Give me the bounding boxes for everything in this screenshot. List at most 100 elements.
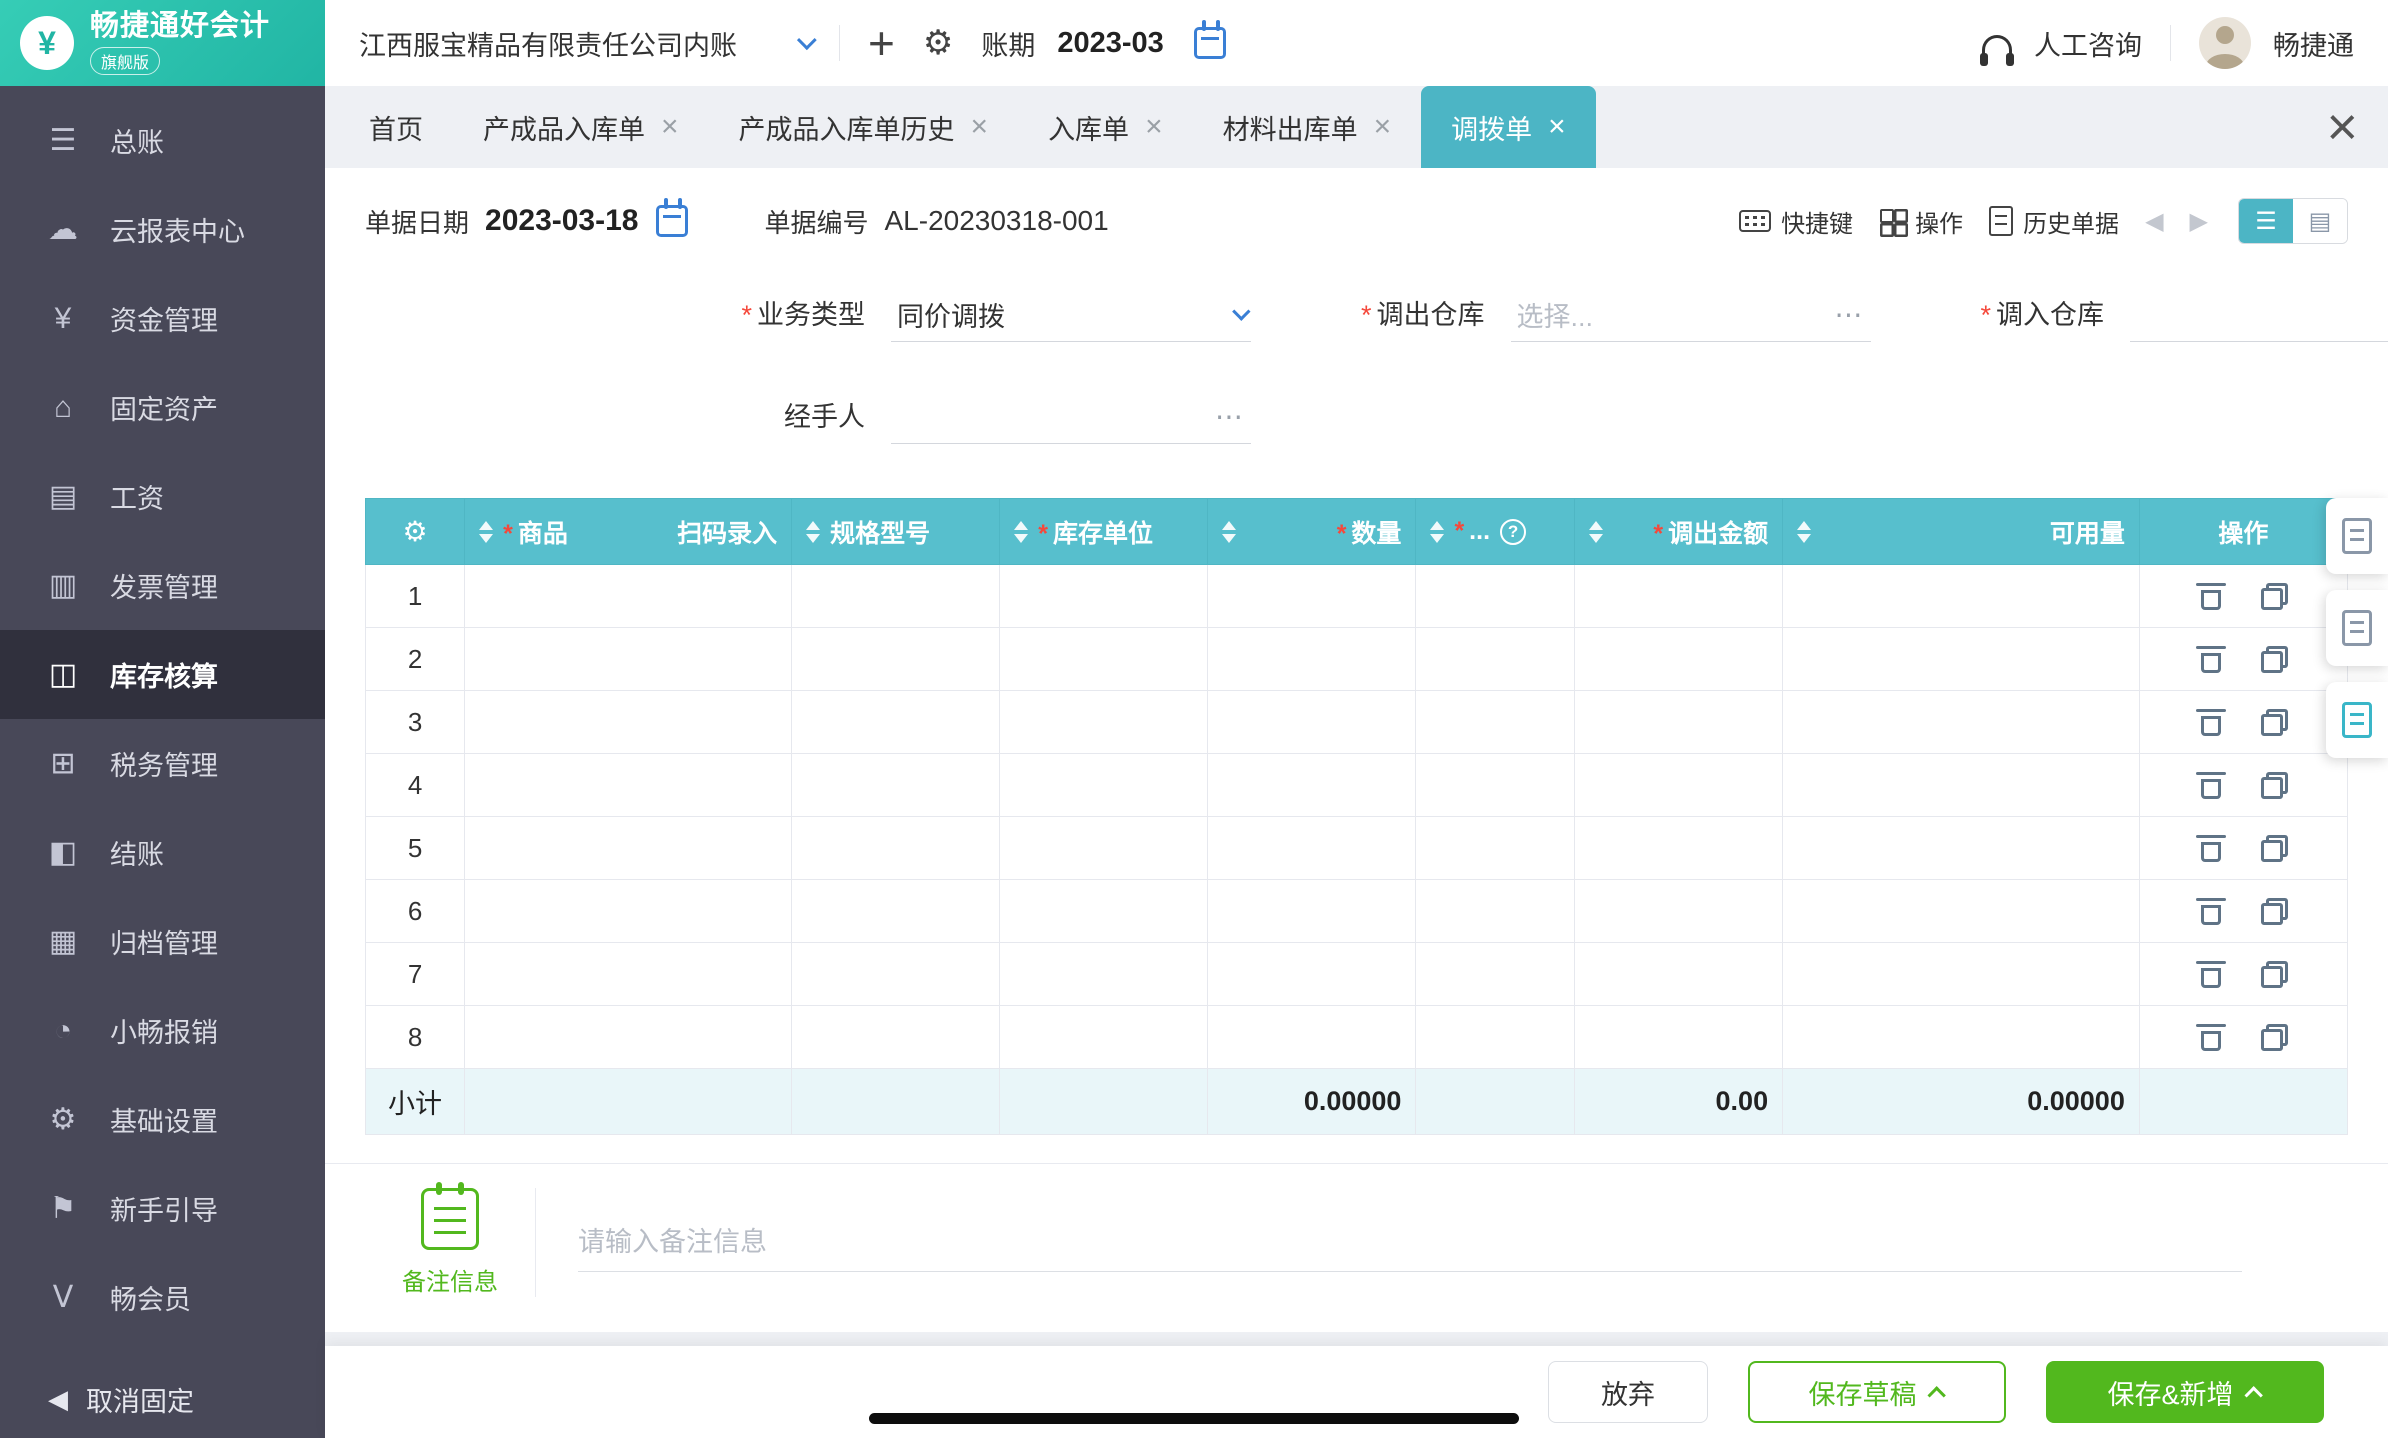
qty-cell[interactable] xyxy=(1207,690,1417,754)
more-cell[interactable] xyxy=(1415,816,1575,880)
product-cell[interactable] xyxy=(464,816,793,880)
spec-cell[interactable] xyxy=(791,1005,1001,1069)
qty-cell[interactable] xyxy=(1207,627,1417,691)
close-icon[interactable]: × xyxy=(1145,112,1163,142)
spec-cell[interactable] xyxy=(791,564,1001,628)
copy-row-icon[interactable] xyxy=(2260,708,2288,736)
more-cell[interactable] xyxy=(1415,1005,1575,1069)
copy-row-icon[interactable] xyxy=(2260,834,2288,862)
more-cell[interactable] xyxy=(1415,690,1575,754)
product-cell[interactable] xyxy=(464,879,793,943)
product-column-header[interactable]: 商品 扫码录入 xyxy=(464,498,793,565)
sort-icon[interactable] xyxy=(806,520,821,543)
close-icon[interactable]: × xyxy=(1548,112,1566,142)
delete-row-icon[interactable] xyxy=(2195,771,2226,799)
spec-column-header[interactable]: 规格型号 xyxy=(791,498,1001,565)
amount-cell[interactable] xyxy=(1573,627,1784,691)
save-draft-button[interactable]: 保存草稿 xyxy=(1748,1361,2006,1423)
amount-cell[interactable] xyxy=(1573,816,1784,880)
tab-finished-goods-inbound-history[interactable]: 产成品入库单历史 × xyxy=(709,86,1019,168)
tab-material-outbound[interactable]: 材料出库单 × xyxy=(1193,86,1422,168)
qty-cell[interactable] xyxy=(1207,879,1417,943)
unit-cell[interactable] xyxy=(999,942,1209,1006)
copy-row-icon[interactable] xyxy=(2260,1023,2288,1051)
sidebar-item-settings[interactable]: ⚙ 基础设置 xyxy=(0,1075,325,1164)
tab-inbound-order[interactable]: 入库单 × xyxy=(1018,86,1193,168)
more-column-header[interactable]: ... xyxy=(1415,498,1575,565)
amount-cell[interactable] xyxy=(1573,690,1784,754)
available-column-header[interactable]: 可用量 xyxy=(1782,498,2140,565)
amount-cell[interactable] xyxy=(1573,753,1784,817)
amount-column-header[interactable]: 调出金额 xyxy=(1573,498,1784,565)
chevron-down-icon[interactable] xyxy=(1232,302,1251,321)
unit-cell[interactable] xyxy=(999,879,1209,943)
qty-cell[interactable] xyxy=(1207,1005,1417,1069)
discard-button[interactable]: 放弃 xyxy=(1548,1361,1708,1423)
copy-row-icon[interactable] xyxy=(2260,897,2288,925)
more-cell[interactable] xyxy=(1415,627,1575,691)
close-icon[interactable]: × xyxy=(1374,112,1392,142)
qty-cell[interactable] xyxy=(1207,816,1417,880)
unit-column-header[interactable]: 库存单位 xyxy=(999,498,1209,565)
delete-row-icon[interactable] xyxy=(2195,897,2226,925)
sidebar-item-inventory[interactable]: ◫ 库存核算 xyxy=(0,630,325,719)
rail-summary-button[interactable] xyxy=(2326,498,2388,574)
close-icon[interactable]: × xyxy=(661,112,679,142)
sort-icon[interactable] xyxy=(479,520,494,543)
unpin-sidebar-button[interactable]: ◀ 取消固定 xyxy=(0,1360,325,1438)
sidebar-item-general-ledger[interactable]: ☰ 总账 xyxy=(0,96,325,185)
sort-icon[interactable] xyxy=(1588,520,1603,543)
company-selector[interactable]: 江西服宝精品有限责任公司内账 xyxy=(359,24,817,63)
user-name[interactable]: 畅捷通 xyxy=(2273,24,2354,63)
product-cell[interactable] xyxy=(464,690,793,754)
spec-cell[interactable] xyxy=(791,879,1001,943)
doc-date-calendar-icon[interactable] xyxy=(656,198,689,237)
close-icon[interactable]: × xyxy=(971,112,989,142)
gear-icon[interactable]: ⚙ xyxy=(923,23,953,63)
operations-button[interactable]: 操作 xyxy=(1879,204,1963,239)
amount-cell[interactable] xyxy=(1573,1005,1784,1069)
close-panel-icon[interactable]: × xyxy=(2326,100,2358,154)
biz-type-select[interactable]: 同价调拨 xyxy=(891,288,1251,342)
spec-cell[interactable] xyxy=(791,816,1001,880)
rail-form-button[interactable] xyxy=(2326,682,2388,758)
product-cell[interactable] xyxy=(464,942,793,1006)
spec-cell[interactable] xyxy=(791,690,1001,754)
unit-cell[interactable] xyxy=(999,564,1209,628)
delete-row-icon[interactable] xyxy=(2195,1023,2226,1051)
product-cell[interactable] xyxy=(464,753,793,817)
period-calendar-icon[interactable] xyxy=(1193,20,1226,59)
more-cell[interactable] xyxy=(1415,564,1575,628)
in-warehouse-input[interactable]: ⋯ xyxy=(2130,288,2388,342)
unit-cell[interactable] xyxy=(999,627,1209,691)
prev-doc-icon[interactable]: ◀ xyxy=(2145,207,2163,236)
amount-cell[interactable] xyxy=(1573,879,1784,943)
shortcut-keys-button[interactable]: 快捷键 xyxy=(1739,204,1853,239)
rail-report-button[interactable] xyxy=(2326,590,2388,666)
out-warehouse-input[interactable]: 选择... ⋯ xyxy=(1510,288,1871,342)
more-cell[interactable] xyxy=(1415,753,1575,817)
list-view-button[interactable]: ☰ xyxy=(2239,199,2293,243)
unit-cell[interactable] xyxy=(999,753,1209,817)
product-cell[interactable] xyxy=(464,1005,793,1069)
sidebar-item-fixed-assets[interactable]: ⌂ 固定资产 xyxy=(0,363,325,452)
delete-row-icon[interactable] xyxy=(2195,834,2226,862)
tab-finished-goods-inbound[interactable]: 产成品入库单 × xyxy=(453,86,709,168)
sidebar-item-member[interactable]: Ⅴ 畅会员 xyxy=(0,1253,325,1342)
sidebar-item-invoices[interactable]: ▥ 发票管理 xyxy=(0,541,325,630)
next-doc-icon[interactable]: ▶ xyxy=(2190,207,2208,236)
spec-cell[interactable] xyxy=(791,627,1001,691)
column-settings-header[interactable]: ⚙ xyxy=(364,498,466,565)
sort-icon[interactable] xyxy=(1797,520,1812,543)
sidebar-item-reimburse[interactable]: ◔ 小畅报销 xyxy=(0,986,325,1075)
sidebar-item-tax[interactable]: ⊞ 税务管理 xyxy=(0,719,325,808)
sort-icon[interactable] xyxy=(1222,520,1237,543)
delete-row-icon[interactable] xyxy=(2195,960,2226,988)
handler-picker-icon[interactable]: ⋯ xyxy=(1215,400,1245,433)
sidebar-item-archive[interactable]: ▦ 归档管理 xyxy=(0,897,325,986)
spec-cell[interactable] xyxy=(791,942,1001,1006)
delete-row-icon[interactable] xyxy=(2195,708,2226,736)
remark-input[interactable] xyxy=(578,1213,2242,1272)
qty-cell[interactable] xyxy=(1207,564,1417,628)
help-icon[interactable] xyxy=(1500,518,1527,545)
